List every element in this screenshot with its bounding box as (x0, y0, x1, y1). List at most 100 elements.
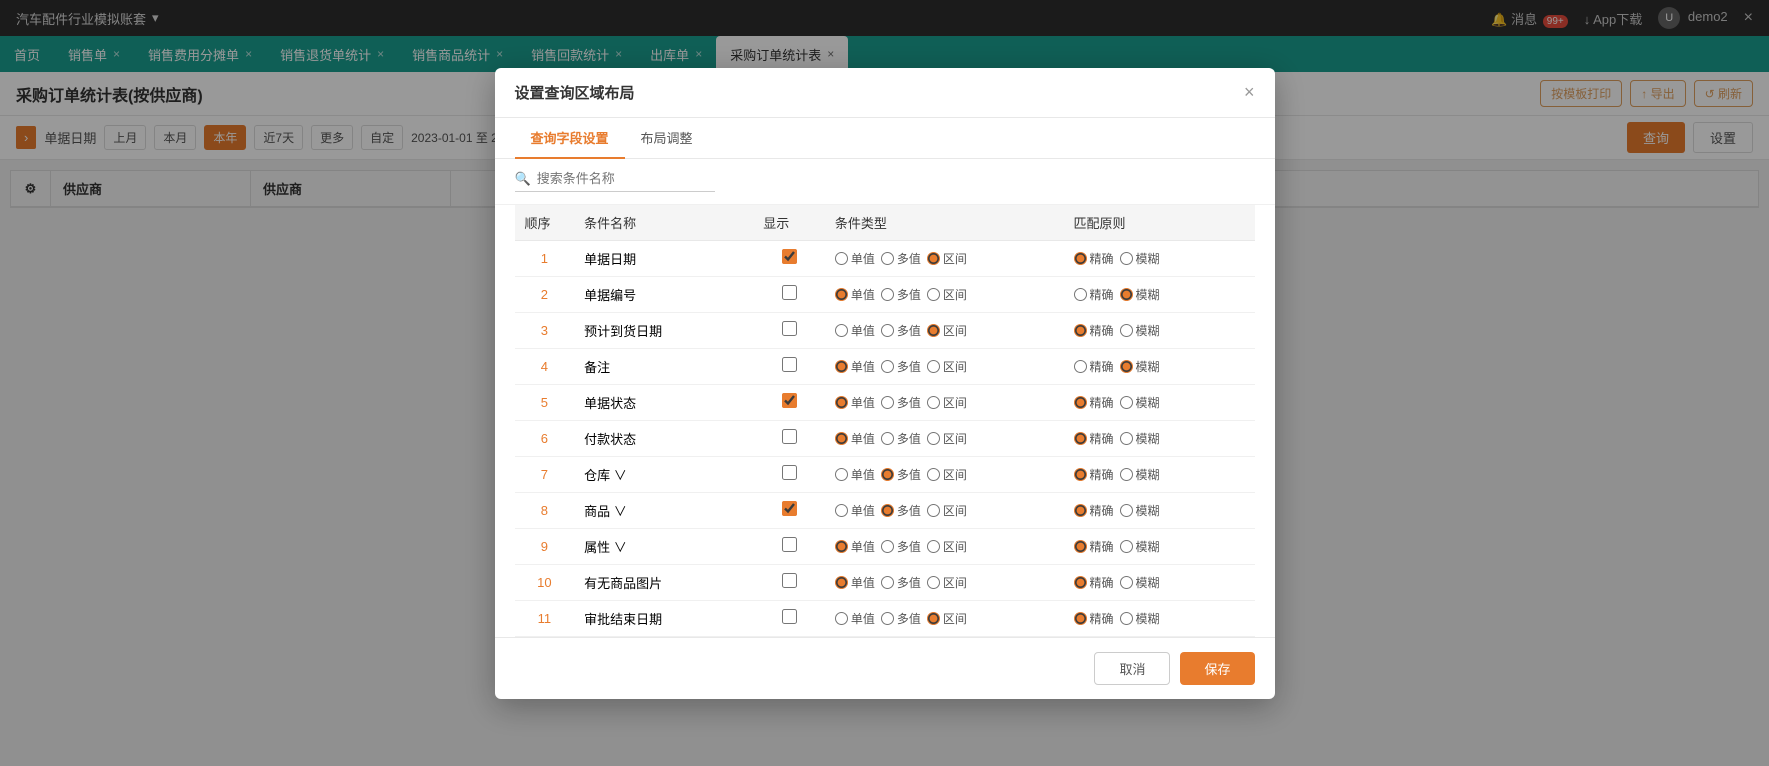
match-radio[interactable] (1120, 324, 1133, 337)
match-radio[interactable] (1074, 252, 1087, 265)
match-radio-label[interactable]: 模糊 (1120, 358, 1160, 375)
modal-tab-layout[interactable]: 布局调整 (625, 118, 709, 159)
type-radio-label[interactable]: 区间 (927, 430, 967, 447)
search-input[interactable] (537, 171, 697, 186)
display-checkbox[interactable] (782, 501, 797, 516)
type-radio-label[interactable]: 单值 (835, 430, 875, 447)
type-radio-label[interactable]: 区间 (927, 502, 967, 519)
type-radio-label[interactable]: 单值 (835, 466, 875, 483)
type-radio-label[interactable]: 区间 (927, 538, 967, 555)
match-radio-label[interactable]: 模糊 (1120, 430, 1160, 447)
display-checkbox[interactable] (782, 609, 797, 624)
match-radio[interactable] (1120, 432, 1133, 445)
match-radio-label[interactable]: 模糊 (1120, 250, 1160, 267)
match-radio[interactable] (1120, 288, 1133, 301)
match-radio[interactable] (1120, 576, 1133, 589)
type-radio[interactable] (881, 288, 894, 301)
match-radio[interactable] (1120, 252, 1133, 265)
type-radio-label[interactable]: 单值 (835, 358, 875, 375)
type-radio[interactable] (881, 576, 894, 589)
type-radio[interactable] (835, 252, 848, 265)
match-radio-label[interactable]: 精确 (1074, 286, 1114, 303)
match-radio[interactable] (1074, 540, 1087, 553)
type-radio[interactable] (927, 360, 940, 373)
match-radio-label[interactable]: 模糊 (1120, 538, 1160, 555)
type-radio-label[interactable]: 单值 (835, 538, 875, 555)
type-radio[interactable] (835, 432, 848, 445)
match-radio[interactable] (1120, 504, 1133, 517)
type-radio-label[interactable]: 区间 (927, 322, 967, 339)
type-radio[interactable] (927, 468, 940, 481)
type-radio-label[interactable]: 单值 (835, 250, 875, 267)
type-radio[interactable] (835, 612, 848, 625)
type-radio[interactable] (835, 324, 848, 337)
match-radio[interactable] (1074, 432, 1087, 445)
type-radio[interactable] (927, 324, 940, 337)
type-radio[interactable] (927, 288, 940, 301)
match-radio[interactable] (1120, 540, 1133, 553)
type-radio-label[interactable]: 单值 (835, 610, 875, 627)
type-radio[interactable] (835, 576, 848, 589)
type-radio-label[interactable]: 单值 (835, 394, 875, 411)
type-radio[interactable] (835, 288, 848, 301)
type-radio[interactable] (927, 432, 940, 445)
type-radio-label[interactable]: 多值 (881, 394, 921, 411)
type-radio[interactable] (927, 612, 940, 625)
type-radio[interactable] (881, 360, 894, 373)
type-radio[interactable] (881, 612, 894, 625)
type-radio-label[interactable]: 多值 (881, 610, 921, 627)
modal-tab-query-fields[interactable]: 查询字段设置 (515, 118, 625, 159)
type-radio-label[interactable]: 多值 (881, 322, 921, 339)
match-radio-label[interactable]: 精确 (1074, 322, 1114, 339)
match-radio-label[interactable]: 精确 (1074, 574, 1114, 591)
display-checkbox[interactable] (782, 249, 797, 264)
type-radio-label[interactable]: 多值 (881, 574, 921, 591)
match-radio[interactable] (1074, 504, 1087, 517)
match-radio-label[interactable]: 模糊 (1120, 286, 1160, 303)
match-radio[interactable] (1074, 576, 1087, 589)
match-radio-label[interactable]: 模糊 (1120, 466, 1160, 483)
type-radio[interactable] (927, 576, 940, 589)
modal-close-btn[interactable]: × (1244, 83, 1255, 101)
match-radio-label[interactable]: 模糊 (1120, 610, 1160, 627)
display-checkbox[interactable] (782, 321, 797, 336)
type-radio-label[interactable]: 多值 (881, 502, 921, 519)
type-radio[interactable] (835, 504, 848, 517)
type-radio-label[interactable]: 单值 (835, 322, 875, 339)
match-radio[interactable] (1074, 288, 1087, 301)
type-radio[interactable] (927, 540, 940, 553)
type-radio[interactable] (881, 252, 894, 265)
match-radio-label[interactable]: 精确 (1074, 610, 1114, 627)
type-radio-label[interactable]: 多值 (881, 358, 921, 375)
type-radio-label[interactable]: 区间 (927, 574, 967, 591)
match-radio[interactable] (1074, 396, 1087, 409)
match-radio[interactable] (1120, 612, 1133, 625)
match-radio-label[interactable]: 模糊 (1120, 574, 1160, 591)
type-radio-label[interactable]: 单值 (835, 574, 875, 591)
match-radio-label[interactable]: 模糊 (1120, 502, 1160, 519)
type-radio[interactable] (835, 468, 848, 481)
type-radio-label[interactable]: 多值 (881, 430, 921, 447)
match-radio-label[interactable]: 精确 (1074, 358, 1114, 375)
match-radio-label[interactable]: 精确 (1074, 250, 1114, 267)
type-radio[interactable] (881, 468, 894, 481)
type-radio-label[interactable]: 区间 (927, 394, 967, 411)
type-radio-label[interactable]: 区间 (927, 610, 967, 627)
type-radio[interactable] (927, 252, 940, 265)
match-radio-label[interactable]: 精确 (1074, 502, 1114, 519)
match-radio-label[interactable]: 精确 (1074, 430, 1114, 447)
type-radio[interactable] (835, 360, 848, 373)
type-radio-label[interactable]: 单值 (835, 286, 875, 303)
display-checkbox[interactable] (782, 465, 797, 480)
save-btn[interactable]: 保存 (1180, 652, 1254, 685)
type-radio-label[interactable]: 区间 (927, 466, 967, 483)
match-radio[interactable] (1120, 396, 1133, 409)
type-radio[interactable] (881, 540, 894, 553)
type-radio[interactable] (881, 396, 894, 409)
modal-overlay[interactable]: 设置查询区域布局 × 查询字段设置 布局调整 🔍 顺序 条件名称 显示 (0, 0, 1769, 766)
match-radio-label[interactable]: 精确 (1074, 538, 1114, 555)
cancel-btn[interactable]: 取消 (1094, 652, 1170, 685)
type-radio-label[interactable]: 多值 (881, 250, 921, 267)
type-radio-label[interactable]: 区间 (927, 250, 967, 267)
match-radio[interactable] (1074, 324, 1087, 337)
